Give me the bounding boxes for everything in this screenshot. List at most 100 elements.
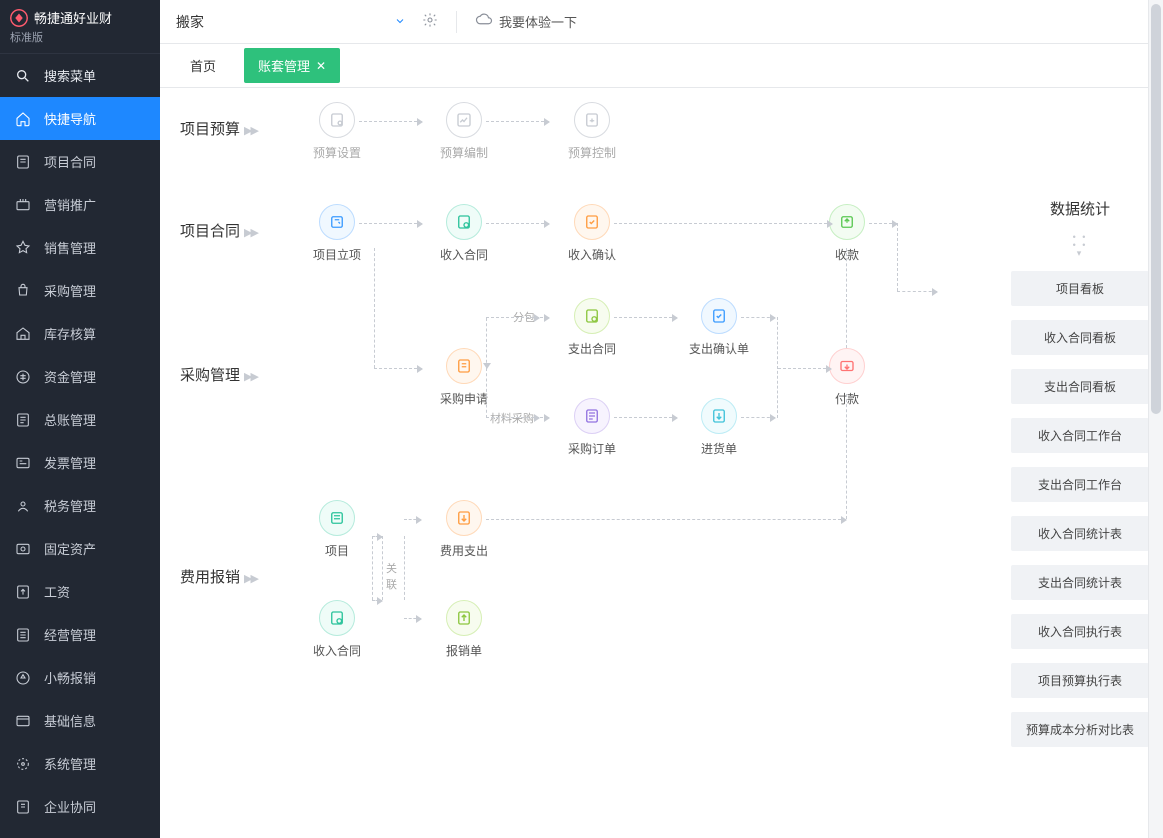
arrow <box>486 223 549 224</box>
node-pay[interactable]: 付款 <box>815 348 879 407</box>
chevron-down-icon <box>394 14 406 30</box>
cloud-icon <box>475 11 493 32</box>
enterprise-icon <box>14 798 32 816</box>
sidebar-item-quicknav[interactable]: 快捷导航 <box>0 97 160 140</box>
sidebar-item-tax[interactable]: 税务管理 <box>0 484 160 527</box>
arrow <box>540 317 549 318</box>
inventory-icon <box>14 325 32 343</box>
try-link[interactable]: 我要体验一下 <box>475 11 577 32</box>
sidebar-item-funds[interactable]: 资金管理 <box>0 355 160 398</box>
stats-button[interactable]: 项目看板 <box>1011 271 1149 306</box>
sidebar-item-inventory[interactable]: 库存核算 <box>0 312 160 355</box>
line <box>372 536 373 600</box>
sidebar-menu: 快捷导航项目合同营销推广销售管理采购管理库存核算资金管理总账管理发票管理税务管理… <box>0 97 160 838</box>
sidebar-item-xiaochang[interactable]: 小畅报销 <box>0 656 160 699</box>
tax-icon <box>14 497 32 515</box>
stats-button[interactable]: 支出合同工作台 <box>1011 467 1149 502</box>
node-out-contract[interactable]: 支出合同 <box>560 298 624 357</box>
node-income-contract2[interactable]: 收入合同 <box>305 600 369 659</box>
search-menu[interactable]: 搜索菜单 <box>0 53 160 97</box>
scrollbar[interactable] <box>1148 0 1163 838</box>
stats-button[interactable]: 预算成本分析对比表 <box>1011 712 1149 747</box>
arrow <box>614 223 832 224</box>
sidebar-item-label: 固定资产 <box>44 539 146 558</box>
arrow <box>359 223 422 224</box>
arrow <box>540 417 549 418</box>
search-icon <box>14 67 32 85</box>
line <box>374 248 375 368</box>
arrow <box>614 417 677 418</box>
topbar: 搬家 我要体验一下 <box>160 0 1163 44</box>
search-label: 搜索菜单 <box>44 66 96 85</box>
close-icon[interactable]: ✕ <box>316 59 326 73</box>
xiaochang-icon <box>14 669 32 687</box>
sidebar-item-invoice[interactable]: 发票管理 <box>0 441 160 484</box>
row-budget: 项目预算▶▶ <box>180 118 257 139</box>
sidebar-item-fixed-assets[interactable]: 固定资产 <box>0 527 160 570</box>
company-select[interactable]: 搬家 <box>176 12 406 32</box>
node-income-contract[interactable]: 收入合同 <box>432 204 496 263</box>
line <box>869 223 897 224</box>
sidebar-item-label: 项目合同 <box>44 152 146 171</box>
mini-relation: 关 联 <box>386 560 397 592</box>
version-badge: 标准版 <box>0 29 160 53</box>
sidebar-item-base-info[interactable]: 基础信息 <box>0 699 160 742</box>
sidebar-item-purchase[interactable]: 采购管理 <box>0 269 160 312</box>
node-project[interactable]: 项目 <box>305 500 369 559</box>
purchase-icon <box>14 282 32 300</box>
logo-icon <box>10 9 28 27</box>
node-goods-receipt[interactable]: 进货单 <box>687 398 751 457</box>
sidebar-item-sales[interactable]: 销售管理 <box>0 226 160 269</box>
stats-title: 数据统计 <box>1050 198 1110 219</box>
line <box>486 317 539 318</box>
flow-canvas: 项目预算▶▶ 项目合同▶▶ 采购管理▶▶ 费用报销▶▶ 预算设置 预算编制 预算… <box>160 88 1163 838</box>
divider <box>456 11 457 33</box>
node-budget-setting[interactable]: 预算设置 <box>305 102 369 161</box>
stats-button[interactable]: 收入合同统计表 <box>1011 516 1149 551</box>
stats-button[interactable]: 收入合同执行表 <box>1011 614 1149 649</box>
node-purchase-order[interactable]: 采购订单 <box>560 398 624 457</box>
node-budget-compile[interactable]: 预算编制 <box>432 102 496 161</box>
sidebar-item-operation[interactable]: 经营管理 <box>0 613 160 656</box>
sidebar-item-ledger[interactable]: 总账管理 <box>0 398 160 441</box>
sidebar-item-label: 基础信息 <box>44 711 146 730</box>
line <box>372 600 382 601</box>
sidebar-item-label: 税务管理 <box>44 496 146 515</box>
row-contract: 项目合同▶▶ <box>180 220 257 241</box>
base-info-icon <box>14 712 32 730</box>
brand: 畅捷通好业财 <box>0 0 160 29</box>
arrow <box>741 417 775 418</box>
stats-button[interactable]: 支出合同看板 <box>1011 369 1149 404</box>
sidebar-item-label: 快捷导航 <box>44 109 146 128</box>
node-expense-out[interactable]: 费用支出 <box>432 500 496 559</box>
sidebar-item-label: 工资 <box>44 582 146 601</box>
node-income-confirm[interactable]: 收入确认 <box>560 204 624 263</box>
node-reimburse[interactable]: 报销单 <box>432 600 496 659</box>
sidebar-item-label: 总账管理 <box>44 410 146 429</box>
sidebar-item-salary[interactable]: 工资 <box>0 570 160 613</box>
stats-button[interactable]: 收入合同工作台 <box>1011 418 1149 453</box>
gear-icon[interactable] <box>422 12 438 31</box>
sidebar-item-label: 资金管理 <box>44 367 146 386</box>
company-name: 搬家 <box>176 12 204 32</box>
tab-home[interactable]: 首页 <box>176 48 230 83</box>
brand-name: 畅捷通好业财 <box>34 8 112 27</box>
line <box>404 536 405 600</box>
sidebar-item-label: 系统管理 <box>44 754 146 773</box>
quicknav-icon <box>14 110 32 128</box>
node-budget-control[interactable]: 预算控制 <box>560 102 624 161</box>
node-out-confirm[interactable]: 支出确认单 <box>687 298 751 357</box>
system-icon <box>14 755 32 773</box>
stats-button[interactable]: 项目预算执行表 <box>1011 663 1149 698</box>
sidebar-item-marketing[interactable]: 营销推广 <box>0 183 160 226</box>
node-receive[interactable]: 收款 <box>815 204 879 263</box>
stats-button[interactable]: 支出合同统计表 <box>1011 565 1149 600</box>
sidebar-item-system[interactable]: 系统管理 <box>0 742 160 785</box>
sidebar-item-project-contract[interactable]: 项目合同 <box>0 140 160 183</box>
tab-account[interactable]: 账套管理 ✕ <box>244 48 340 83</box>
sidebar-item-label: 小畅报销 <box>44 668 146 687</box>
sidebar-item-enterprise[interactable]: 企业协同 <box>0 785 160 828</box>
arrow <box>741 317 775 318</box>
node-project-setup[interactable]: 项目立项 <box>305 204 369 263</box>
stats-button[interactable]: 收入合同看板 <box>1011 320 1149 355</box>
